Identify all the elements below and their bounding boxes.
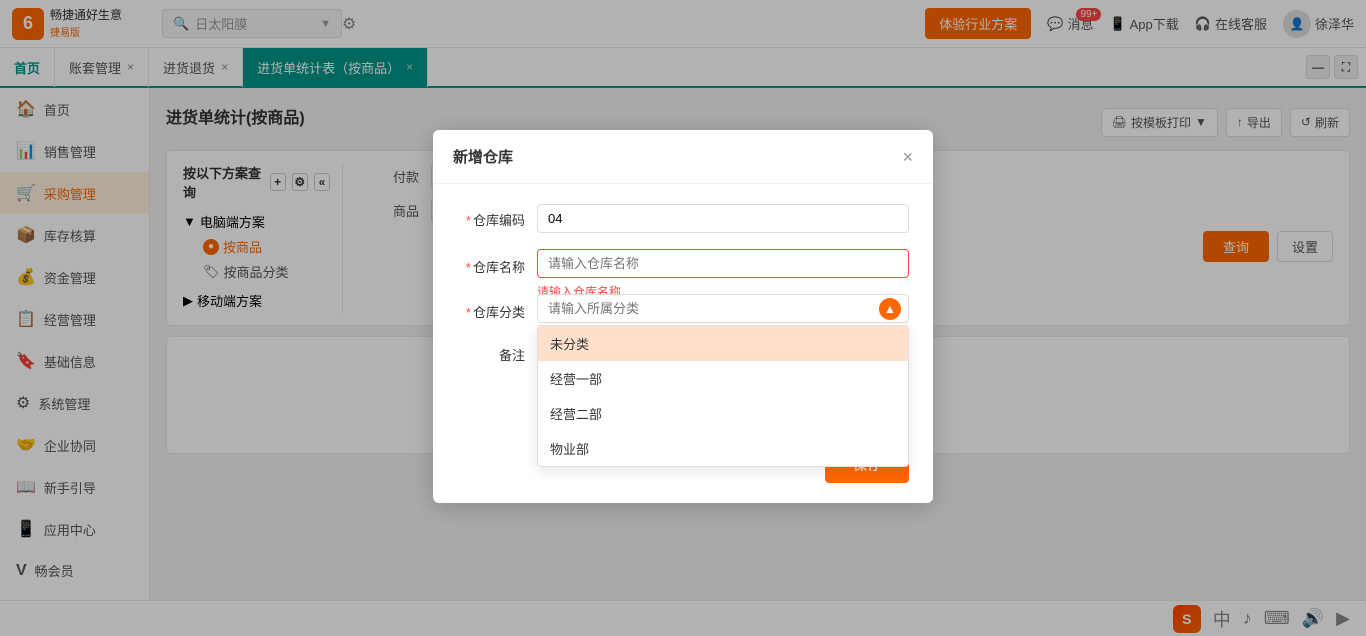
modal-body: 仓库编码 仓库名称 请输入仓库名称 仓库分类 ▲	[433, 184, 933, 435]
name-input[interactable]	[537, 249, 909, 278]
new-warehouse-modal: 新增仓库 × 仓库编码 仓库名称 请输入仓库名称 仓库分类	[433, 130, 933, 503]
form-group-category: 仓库分类 ▲ 未分类 经营一部 经营二部 物业部	[457, 294, 909, 323]
form-group-code: 仓库编码	[457, 204, 909, 233]
dropdown-item-property[interactable]: 物业部	[538, 431, 908, 466]
category-arrow-icon[interactable]: ▲	[879, 298, 901, 320]
category-input[interactable]	[537, 294, 909, 323]
dropdown-item-ops1[interactable]: 经营一部	[538, 361, 908, 396]
category-label: 仓库分类	[457, 296, 537, 321]
notes-label: 备注	[457, 339, 537, 364]
modal-overlay: 新增仓库 × 仓库编码 仓库名称 请输入仓库名称 仓库分类	[0, 0, 1366, 636]
modal-close-button[interactable]: ×	[902, 148, 913, 166]
modal-header: 新增仓库 ×	[433, 130, 933, 184]
category-select-wrapper: ▲ 未分类 经营一部 经营二部 物业部	[537, 294, 909, 323]
code-label: 仓库编码	[457, 204, 537, 229]
code-input[interactable]	[537, 204, 909, 233]
dropdown-item-ops2[interactable]: 经营二部	[538, 396, 908, 431]
name-label: 仓库名称	[457, 251, 537, 276]
category-dropdown: 未分类 经营一部 经营二部 物业部	[537, 325, 909, 467]
modal-title: 新增仓库	[453, 146, 513, 167]
dropdown-item-uncategorized[interactable]: 未分类	[538, 326, 908, 361]
form-group-name: 仓库名称 请输入仓库名称	[457, 249, 909, 278]
